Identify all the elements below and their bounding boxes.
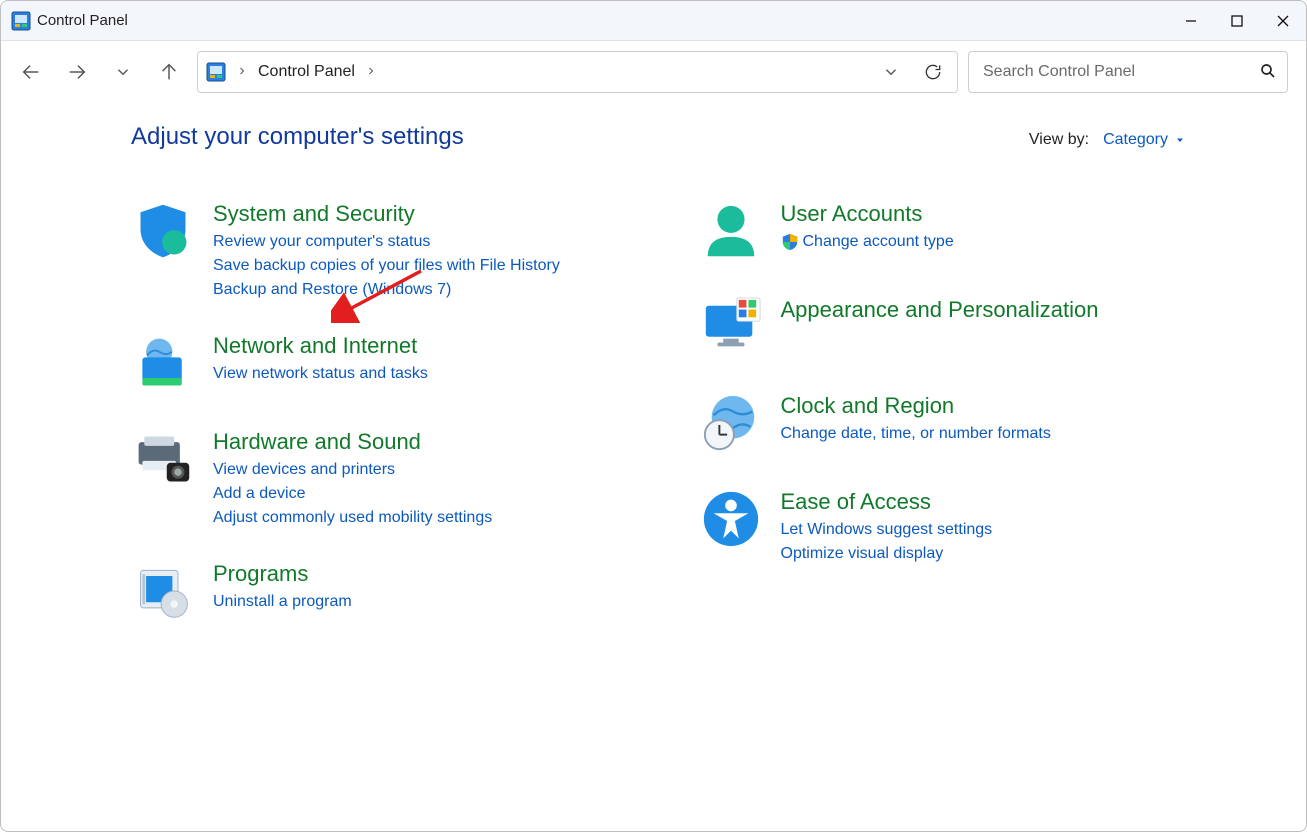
chevron-right-icon [365, 64, 377, 80]
category-user-accounts: User Accounts Change account type [699, 199, 1187, 263]
category-link[interactable]: Backup and Restore (Windows 7) [213, 281, 560, 299]
network-icon [131, 331, 195, 395]
category-link[interactable]: Change date, time, or number formats [781, 425, 1051, 443]
category-title[interactable]: Programs [213, 561, 352, 587]
address-history-dropdown[interactable] [875, 56, 907, 88]
up-button[interactable] [151, 54, 187, 90]
category-ease-of-access: Ease of Access Let Windows suggest setti… [699, 487, 1187, 563]
globe-clock-icon [699, 391, 763, 455]
category-link[interactable]: View network status and tasks [213, 365, 428, 383]
user-icon [699, 199, 763, 263]
category-link[interactable]: View devices and printers [213, 461, 492, 479]
window-title: Control Panel [31, 12, 1168, 29]
accessibility-icon [699, 487, 763, 551]
control-panel-icon [11, 11, 31, 31]
category-clock-region: Clock and Region Change date, time, or n… [699, 391, 1187, 455]
search-icon[interactable] [1259, 62, 1277, 83]
category-hardware-sound: Hardware and Sound View devices and prin… [131, 427, 619, 527]
forward-button[interactable] [59, 54, 95, 90]
search-input[interactable] [983, 63, 1259, 81]
chevron-right-icon [236, 64, 248, 80]
category-title[interactable]: Ease of Access [781, 489, 993, 515]
category-link[interactable]: Change account type [781, 233, 954, 251]
recent-locations-dropdown[interactable] [105, 54, 141, 90]
category-title[interactable]: System and Security [213, 201, 560, 227]
toolbar: Control Panel [1, 41, 1306, 103]
search-box[interactable] [968, 51, 1288, 93]
category-link[interactable]: Optimize visual display [781, 545, 993, 563]
category-link-text: Change account type [803, 233, 954, 250]
printer-camera-icon [131, 427, 195, 491]
category-title[interactable]: Network and Internet [213, 333, 428, 359]
chevron-down-icon [1174, 134, 1186, 146]
category-appearance-personalization: Appearance and Personalization [699, 295, 1187, 359]
category-link[interactable]: Save backup copies of your files with Fi… [213, 257, 560, 275]
minimize-button[interactable] [1168, 1, 1214, 41]
category-link[interactable]: Review your computer's status [213, 233, 560, 251]
close-button[interactable] [1260, 1, 1306, 41]
category-link[interactable]: Let Windows suggest settings [781, 521, 993, 539]
category-network-internet: Network and Internet View network status… [131, 331, 619, 395]
control-panel-icon [206, 62, 226, 82]
viewby-label: View by: [1029, 131, 1089, 149]
uac-shield-icon [781, 233, 799, 251]
categories-column-left: System and Security Review your computer… [131, 199, 619, 655]
category-title[interactable]: Hardware and Sound [213, 429, 492, 455]
maximize-button[interactable] [1214, 1, 1260, 41]
monitor-apps-icon [699, 295, 763, 359]
category-title[interactable]: User Accounts [781, 201, 954, 227]
viewby-dropdown[interactable]: Category [1103, 131, 1186, 149]
category-title[interactable]: Clock and Region [781, 393, 1051, 419]
titlebar: Control Panel [1, 1, 1306, 41]
content-area: Adjust your computer's settings View by:… [1, 103, 1306, 655]
category-link[interactable]: Add a device [213, 485, 492, 503]
category-link[interactable]: Adjust commonly used mobility settings [213, 509, 492, 527]
shield-icon [131, 199, 195, 263]
viewby-value: Category [1103, 131, 1168, 149]
category-system-security: System and Security Review your computer… [131, 199, 619, 299]
breadcrumb-item[interactable]: Control Panel [258, 63, 355, 81]
refresh-button[interactable] [917, 56, 949, 88]
page-heading: Adjust your computer's settings [131, 123, 464, 151]
address-bar[interactable]: Control Panel [197, 51, 958, 93]
back-button[interactable] [13, 54, 49, 90]
category-title[interactable]: Appearance and Personalization [781, 297, 1099, 323]
category-programs: Programs Uninstall a program [131, 559, 619, 623]
categories-column-right: User Accounts Change account type [699, 199, 1187, 655]
programs-icon [131, 559, 195, 623]
category-link[interactable]: Uninstall a program [213, 593, 352, 611]
